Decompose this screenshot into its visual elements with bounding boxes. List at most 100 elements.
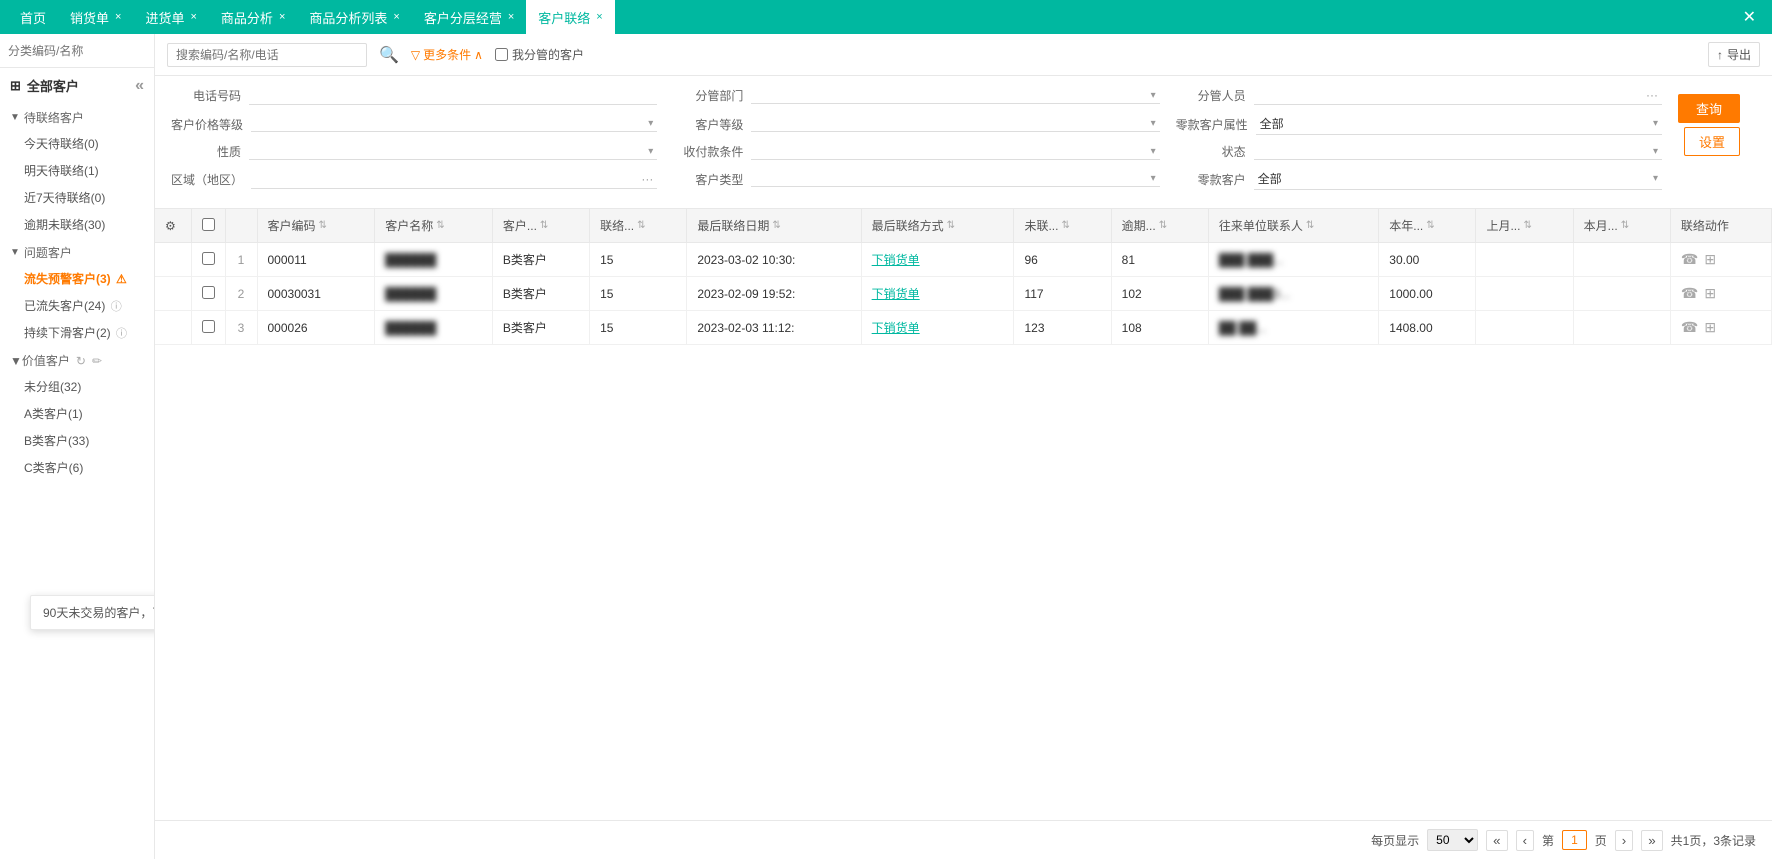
sidebar-item-today[interactable]: 今天待联络(0) — [0, 130, 154, 157]
tab-sales[interactable]: 销货单 × — [58, 0, 133, 34]
sidebar-group-problem[interactable]: ▼ 问题客户 — [0, 238, 154, 265]
row-contact-icon[interactable]: ☎ — [1681, 319, 1698, 336]
manager-select[interactable]: ··· — [1254, 86, 1662, 105]
sort-this-year-icon: ⇅ — [1426, 220, 1434, 231]
close-tab-purchase[interactable]: × — [190, 11, 196, 23]
col-type[interactable]: 客户... ⇅ — [492, 209, 589, 243]
col-overdue[interactable]: 逾期... ⇅ — [1111, 209, 1208, 243]
zero-attribute-select[interactable]: 全部 ▾ — [1256, 113, 1662, 135]
sidebar-item-b-class[interactable]: B类客户(33) — [0, 427, 154, 454]
sidebar-item-decline[interactable]: 持续下滑客户(2) ⓘ — [0, 319, 154, 346]
filter-search-button[interactable]: 🔍 — [379, 45, 399, 65]
table-row[interactable]: 1 000011 ██████ B类客户 15 2023-03-02 10:30… — [155, 243, 1772, 277]
close-tab-customer-tier[interactable]: × — [508, 11, 514, 23]
row-last-way[interactable]: 下销货单 — [861, 277, 1014, 311]
customer-level-select[interactable]: ▾ — [751, 116, 1159, 132]
sidebar-all-customers[interactable]: ⊞ 全部客户 « — [0, 68, 154, 103]
row-contact: 15 — [590, 311, 687, 345]
select-all-checkbox[interactable] — [202, 218, 215, 231]
row-checkbox[interactable] — [202, 320, 215, 333]
col-this-year[interactable]: 本年... ⇅ — [1379, 209, 1476, 243]
nav-home[interactable]: 首页 — [8, 8, 58, 27]
col-this-month[interactable]: 本月... ⇅ — [1573, 209, 1670, 243]
first-page-button[interactable]: « — [1486, 830, 1507, 851]
per-page-select[interactable]: 50 20 100 — [1427, 829, 1478, 851]
dept-select[interactable]: ▾ — [751, 88, 1159, 104]
manager-dots[interactable]: ··· — [1646, 88, 1658, 102]
col-name[interactable]: 客户名称 ⇅ — [375, 209, 493, 243]
tab-customer-contact[interactable]: 客户联络 × — [526, 0, 614, 34]
region-dots[interactable]: ··· — [641, 172, 653, 186]
sidebar-search-input[interactable] — [8, 44, 155, 58]
settings-icon[interactable]: ⚙ — [165, 219, 176, 233]
row-contact-icon[interactable]: ☎ — [1681, 285, 1698, 302]
filter-more-conditions[interactable]: ▽ 更多条件 ∧ — [411, 46, 483, 63]
sidebar-item-week7[interactable]: 近7天待联络(0) — [0, 184, 154, 211]
col-code[interactable]: 客户编码 ⇅ — [257, 209, 375, 243]
window-close-button[interactable]: ✕ — [1735, 7, 1764, 27]
nature-select[interactable]: ▾ — [249, 144, 657, 160]
col-contact[interactable]: 联络... ⇅ — [590, 209, 687, 243]
col-last-way[interactable]: 最后联络方式 ⇅ — [861, 209, 1014, 243]
row-more-icon[interactable]: ⊞ — [1704, 251, 1716, 268]
row-checkbox-cell[interactable] — [191, 243, 225, 277]
sidebar-item-loss-warning[interactable]: 流失预警客户(3) ⚠ — [0, 265, 154, 292]
payment-select[interactable]: ▾ — [751, 144, 1159, 160]
row-actions: ☎ ⊞ — [1670, 311, 1771, 345]
status-select[interactable]: ▾ — [1254, 144, 1662, 160]
last-page-button[interactable]: » — [1641, 830, 1662, 851]
row-checkbox-cell[interactable] — [191, 311, 225, 345]
sidebar-item-a-class[interactable]: A类客户(1) — [0, 400, 154, 427]
sidebar-item-overdue[interactable]: 逾期未联络(30) — [0, 211, 154, 238]
row-last-way[interactable]: 下销货单 — [861, 243, 1014, 277]
tab-purchase[interactable]: 进货单 × — [133, 0, 208, 34]
close-tab-customer-contact[interactable]: × — [596, 11, 602, 23]
filter-row-1: 电话号码 分管部门 ▾ 分管人员 — [171, 86, 1662, 105]
export-button[interactable]: ↑ 导出 — [1708, 42, 1760, 67]
settings-button[interactable]: 设置 — [1684, 127, 1740, 156]
table-row[interactable]: 2 00030031 ██████ B类客户 15 2023-02-09 19:… — [155, 277, 1772, 311]
col-unit-contact[interactable]: 往来单位联系人 ⇅ — [1208, 209, 1378, 243]
close-tab-analysis-list[interactable]: × — [393, 11, 399, 23]
prev-page-button[interactable]: ‹ — [1516, 830, 1534, 851]
filter-search-input[interactable] — [167, 43, 367, 67]
sidebar-item-tomorrow[interactable]: 明天待联络(1) — [0, 157, 154, 184]
sidebar-collapse-button[interactable]: « — [135, 77, 144, 95]
row-last-way[interactable]: 下销货单 — [861, 311, 1014, 345]
next-page-button[interactable]: › — [1615, 830, 1633, 851]
sidebar-item-already-lost[interactable]: 已流失客户(24) ⓘ — [0, 292, 154, 319]
col-settings[interactable]: ⚙ — [155, 209, 191, 243]
customer-type-select[interactable]: ▾ — [751, 171, 1159, 187]
tab-analysis[interactable]: 商品分析 × — [209, 0, 297, 34]
row-name: ██████ — [375, 277, 493, 311]
row-contact-icon[interactable]: ☎ — [1681, 251, 1698, 268]
row-checkbox-cell[interactable] — [191, 277, 225, 311]
table-container: ⚙ 客户编码 ⇅ — [155, 209, 1772, 820]
price-level-label: 客户价格等级 — [171, 116, 243, 133]
filter-my-customers[interactable]: 我分管的客户 — [495, 46, 584, 63]
sidebar-item-c-class[interactable]: C类客户(6) — [0, 454, 154, 481]
row-checkbox[interactable] — [202, 286, 215, 299]
edit-value-icon[interactable]: ✏ — [92, 354, 102, 368]
col-not-contact[interactable]: 未联... ⇅ — [1014, 209, 1111, 243]
close-tab-sales[interactable]: × — [115, 11, 121, 23]
query-button[interactable]: 查询 — [1678, 94, 1740, 123]
close-tab-analysis[interactable]: × — [279, 11, 285, 23]
sort-type-icon: ⇅ — [540, 220, 548, 231]
tab-customer-tier[interactable]: 客户分层经营 × — [412, 0, 526, 34]
refresh-value-icon[interactable]: ↻ — [76, 354, 86, 368]
row-more-icon[interactable]: ⊞ — [1704, 319, 1716, 336]
zero-customer-select[interactable]: 全部 ▾ — [1254, 168, 1662, 190]
col-last-date[interactable]: 最后联络日期 ⇅ — [687, 209, 861, 243]
table-row[interactable]: 3 000026 ██████ B类客户 15 2023-02-03 11:12… — [155, 311, 1772, 345]
sidebar-group-pending-contact[interactable]: ▼ 待联络客户 — [0, 103, 154, 130]
my-customers-checkbox[interactable] — [495, 48, 508, 61]
row-checkbox[interactable] — [202, 252, 215, 265]
price-level-select[interactable]: ▾ — [251, 116, 657, 132]
row-more-icon[interactable]: ⊞ — [1704, 285, 1716, 302]
phone-input[interactable] — [249, 86, 657, 105]
region-select[interactable]: ··· — [251, 170, 657, 189]
tab-analysis-list[interactable]: 商品分析列表 × — [297, 0, 411, 34]
col-last-month[interactable]: 上月... ⇅ — [1476, 209, 1573, 243]
sidebar-item-ungroup[interactable]: 未分组(32) — [0, 373, 154, 400]
